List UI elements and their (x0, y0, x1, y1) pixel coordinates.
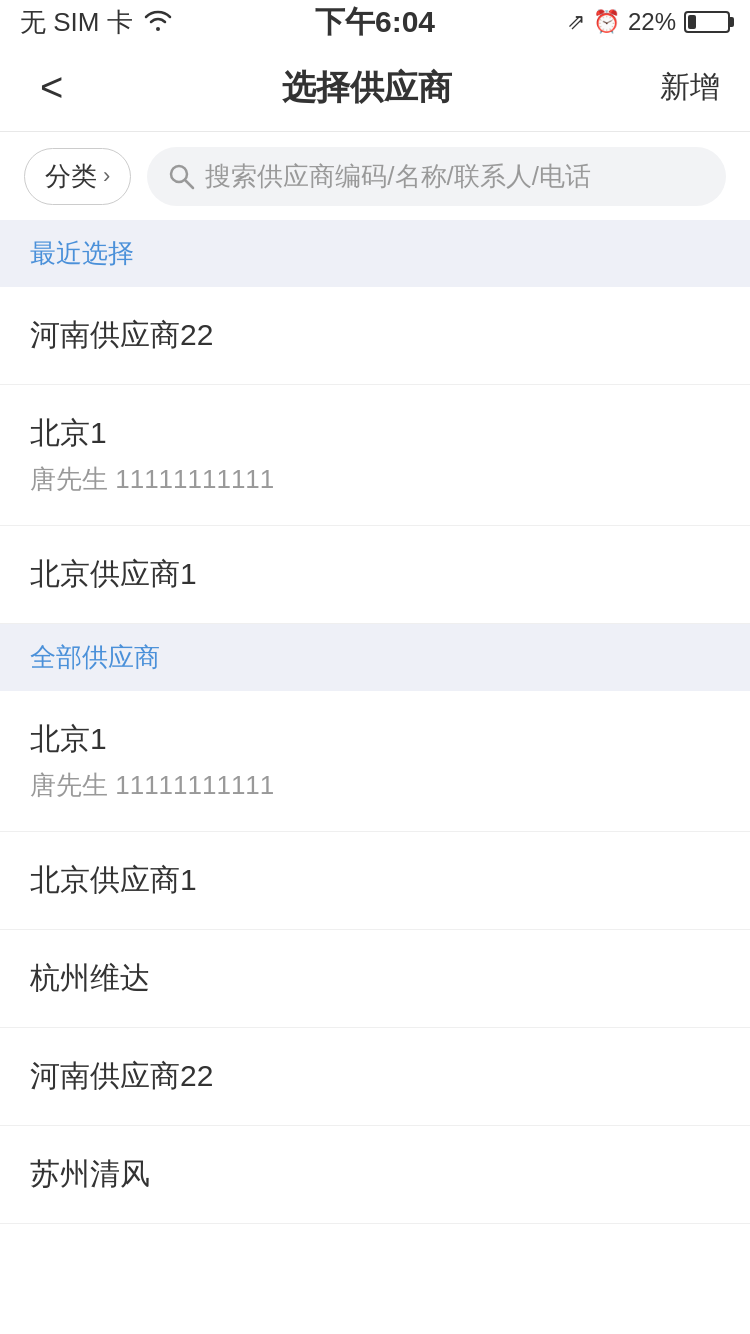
status-right: ⇗ ⏰ 22% (567, 8, 730, 36)
recent-list-item[interactable]: 北京供应商1 (0, 526, 750, 624)
battery-icon (684, 11, 730, 33)
recent-section-label: 最近选择 (30, 238, 134, 268)
wifi-icon (143, 7, 173, 38)
battery-percent: 22% (628, 8, 676, 36)
status-bar: 无 SIM 卡 下午6:04 ⇗ ⏰ 22% (0, 0, 750, 44)
item-sub: 唐先生 11111111111 (30, 462, 720, 497)
all-list-item[interactable]: 河南供应商22 (0, 1028, 750, 1126)
all-section-label: 全部供应商 (30, 642, 160, 672)
all-list-item[interactable]: 苏州清风 (0, 1126, 750, 1224)
all-list-item[interactable]: 北京供应商1 (0, 832, 750, 930)
location-icon: ⇗ (567, 9, 585, 35)
item-name: 杭州维达 (30, 958, 720, 999)
svg-line-1 (185, 180, 193, 188)
search-placeholder[interactable]: 搜索供应商编码/名称/联系人/电话 (205, 159, 591, 194)
status-time: 下午6:04 (315, 2, 435, 43)
all-list-item[interactable]: 北京1 唐先生 11111111111 (0, 691, 750, 832)
alarm-icon: ⏰ (593, 9, 620, 35)
add-button[interactable]: 新增 (660, 67, 720, 108)
category-button[interactable]: 分类 › (24, 148, 131, 205)
all-list: 北京1 唐先生 11111111111 北京供应商1 杭州维达河南供应商22 苏州清风 (0, 691, 750, 1224)
recent-section-header: 最近选择 (0, 220, 750, 287)
item-name: 河南供应商22 (30, 1056, 720, 1097)
category-label: 分类 (45, 159, 97, 194)
page-title: 选择供应商 (282, 65, 452, 111)
chevron-right-icon: › (103, 163, 110, 189)
item-name: 北京供应商1 (30, 554, 720, 595)
status-left: 无 SIM 卡 (20, 5, 173, 40)
item-sub: 唐先生 11111111111 (30, 768, 720, 803)
item-name: 北京供应商1 (30, 860, 720, 901)
search-box[interactable]: 搜索供应商编码/名称/联系人/电话 (147, 147, 726, 206)
item-name: 北京1 (30, 719, 720, 760)
back-button[interactable]: < (30, 55, 73, 120)
all-section-header: 全部供应商 (0, 624, 750, 691)
recent-list-item[interactable]: 河南供应商22 (0, 287, 750, 385)
item-name: 河南供应商22 (30, 315, 720, 356)
all-list-item[interactable]: 杭州维达 (0, 930, 750, 1028)
no-sim-text: 无 SIM 卡 (20, 5, 133, 40)
nav-bar: < 选择供应商 新增 (0, 44, 750, 132)
recent-list: 河南供应商22 北京1 唐先生 11111111111 北京供应商1 (0, 287, 750, 624)
item-name: 苏州清风 (30, 1154, 720, 1195)
search-icon (167, 162, 195, 190)
recent-list-item[interactable]: 北京1 唐先生 11111111111 (0, 385, 750, 526)
filter-bar: 分类 › 搜索供应商编码/名称/联系人/电话 (0, 132, 750, 220)
item-name: 北京1 (30, 413, 720, 454)
